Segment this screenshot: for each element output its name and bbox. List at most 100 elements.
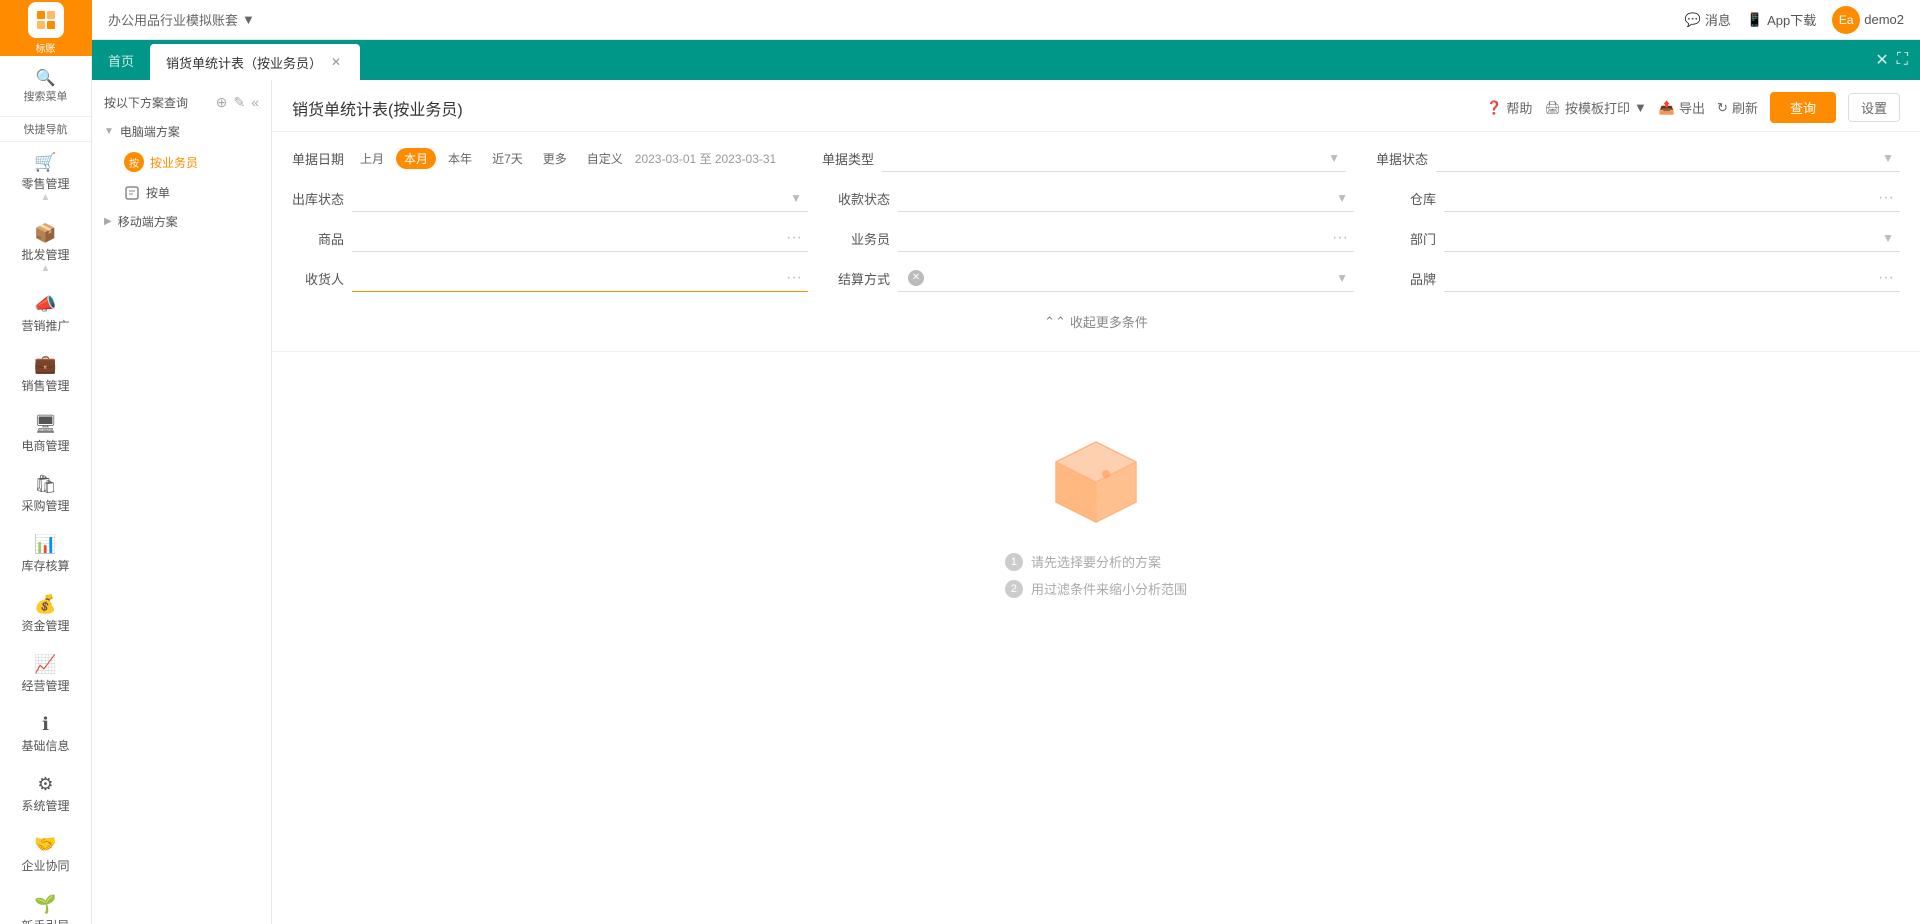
warehouse-input[interactable]: ··· (1444, 184, 1900, 212)
out-status-select[interactable]: ▼ (352, 184, 808, 212)
sidebar-item-retail[interactable]: 🛒 零售管理 ▲ (0, 142, 91, 213)
collapse-panel-btn[interactable]: « (251, 94, 259, 111)
tree-desktop-header[interactable]: ▼ 电脑端方案 (92, 117, 271, 146)
refresh-btn[interactable]: ↻ 刷新 (1717, 98, 1758, 117)
filter-out-status: 出库状态 ▼ (292, 184, 808, 212)
settings-btn[interactable]: 设置 (1848, 93, 1900, 122)
empty-tip-1: 1 请先选择要分析的方案 (1005, 552, 1187, 571)
sidebar-item-newbie[interactable]: 🌱 新手引导 (0, 884, 91, 924)
goods-input[interactable]: ··· (352, 224, 808, 252)
sidebar-item-basic[interactable]: ℹ 基础信息 (0, 704, 91, 764)
date-btn-this-year[interactable]: 本年 (440, 148, 480, 169)
retail-icon: 🛒 (34, 152, 56, 173)
dept-label: 部门 (1384, 229, 1444, 248)
app-download-btn[interactable]: 📱 App下载 (1747, 10, 1816, 29)
warehouse-dots-icon[interactable]: ··· (1878, 189, 1894, 207)
sidebar-item-operation[interactable]: 📈 经营管理 (0, 644, 91, 704)
finance-icon: 💰 (34, 594, 56, 615)
quick-nav-label[interactable]: 快捷导航 (0, 117, 91, 142)
sidebar-item-collab[interactable]: 🤝 企业协同 (0, 824, 91, 884)
staff-dots-icon[interactable]: ··· (1332, 229, 1348, 247)
operation-icon: 📈 (34, 654, 56, 675)
filter-date: 单据日期 上月 本月 本年 近7天 更多 自定义 2023-03-01 至 20… (292, 148, 792, 169)
sidebar-item-system[interactable]: ⚙ 系统管理 (0, 764, 91, 824)
refresh-icon: ↻ (1717, 100, 1728, 116)
sidebar-logo[interactable]: 标账 (0, 0, 92, 56)
search-menu-btn[interactable]: 🔍 搜索菜单 (0, 64, 91, 108)
type-select[interactable]: ▼ (882, 144, 1346, 172)
brand-input[interactable]: ··· (1444, 264, 1900, 292)
staff-input[interactable]: ··· (898, 224, 1354, 252)
tree-item-by-order[interactable]: 按单 (112, 178, 271, 207)
tree-arrow-down: ▼ (104, 126, 114, 137)
tab-close-btn[interactable]: ✕ (328, 54, 344, 70)
dept-select[interactable]: ▼ (1444, 224, 1900, 252)
edit-scheme-btn[interactable]: ✎ (233, 94, 245, 111)
date-label: 单据日期 (292, 149, 352, 168)
sidebar-item-inventory[interactable]: 📊 库存核算 (0, 524, 91, 584)
sidebar-search-area: 🔍 搜索菜单 (0, 56, 91, 117)
expand-btn[interactable]: ⛶ (1897, 51, 1908, 69)
date-btn-custom[interactable]: 自定义 (579, 148, 631, 169)
tree-mobile-header[interactable]: ▶ 移动端方案 (92, 207, 271, 236)
settlement-clear-btn[interactable]: ✕ (908, 270, 924, 286)
empty-state: 1 请先选择要分析的方案 2 用过滤条件来缩小分析范围 (272, 352, 1920, 678)
tab-sales-stat[interactable]: 销货单统计表（按业务员） ✕ (150, 44, 360, 80)
brand-dots-icon[interactable]: ··· (1878, 269, 1894, 287)
tree-arrow-right: ▶ (104, 216, 112, 227)
tree-item-by-staff[interactable]: 按 按业务员 (112, 146, 271, 178)
user-menu-btn[interactable]: Ea demo2 (1832, 6, 1904, 34)
date-btn-this-month[interactable]: 本月 (396, 148, 436, 169)
close-tab-btn[interactable]: ✕ (1875, 50, 1888, 70)
date-btn-last-month[interactable]: 上月 (352, 148, 392, 169)
sales-stat-tab-label: 销货单统计表（按业务员） (166, 53, 322, 72)
message-btn[interactable]: 💬 消息 (1685, 10, 1731, 29)
receive-select[interactable]: ▼ (898, 184, 1354, 212)
sidebar-item-ecommerce[interactable]: 🖥 电商管理 (0, 404, 91, 464)
sidebar-logo-text: 标账 (36, 40, 56, 55)
settlement-select[interactable]: ✕ ▼ (898, 264, 1354, 292)
sales-icon: 💼 (34, 354, 56, 375)
tree-desktop-children: 按 按业务员 按单 (92, 146, 271, 207)
add-scheme-btn[interactable]: ⊕ (216, 94, 228, 111)
goods-dots-icon[interactable]: ··· (786, 229, 802, 247)
page-actions: ❓ 帮助 🖨 按模板打印 ▼ 📤 导出 ↻ 刷新 (1486, 92, 1900, 123)
sidebar-item-wholesale[interactable]: 📦 批发管理 ▲ (0, 213, 91, 284)
staff-label: 业务员 (838, 229, 898, 248)
sidebar-menu: 🛒 零售管理 ▲ 📦 批发管理 ▲ 📣 营销推广 💼 销售管理 🖥 电商管理 🛍… (0, 142, 91, 924)
export-btn[interactable]: 📤 导出 (1659, 98, 1705, 117)
export-icon: 📤 (1659, 100, 1675, 116)
tip-1-num: 1 (1005, 553, 1023, 571)
filter-receiver: 收货人 ··· (292, 264, 808, 292)
wholesale-icon: 📦 (34, 223, 56, 244)
collapse-conditions-btn[interactable]: ⌃⌃ 收起更多条件 (1044, 312, 1148, 331)
sidebar-item-finance[interactable]: 💰 资金管理 (0, 584, 91, 644)
tree-mobile-label: 移动端方案 (118, 213, 178, 230)
order-scheme-label: 按单 (146, 184, 170, 201)
order-scheme-icon (124, 185, 140, 201)
tip-1-text: 请先选择要分析的方案 (1031, 552, 1161, 571)
help-icon: ❓ (1486, 100, 1502, 116)
sidebar-item-marketing[interactable]: 📣 营销推广 (0, 284, 91, 344)
tree-desktop: ▼ 电脑端方案 按 按业务员 按单 (92, 117, 271, 207)
industry-selector[interactable]: 办公用品行业模拟账套 ▼ (108, 10, 255, 29)
filter-row-1: 单据日期 上月 本月 本年 近7天 更多 自定义 2023-03-01 至 20… (292, 144, 1900, 172)
marketing-icon: 📣 (34, 294, 56, 315)
receiver-dots-icon[interactable]: ··· (786, 269, 802, 287)
message-icon: 💬 (1685, 12, 1701, 28)
sidebar-item-sales[interactable]: 💼 销售管理 (0, 344, 91, 404)
receiver-input[interactable]: ··· (352, 264, 808, 292)
collab-icon: 🤝 (34, 834, 56, 855)
sidebar-item-purchase[interactable]: 🛍 采购管理 (0, 464, 91, 524)
query-btn[interactable]: 查询 (1770, 92, 1836, 123)
settlement-chevron-icon: ▼ (1336, 271, 1348, 285)
tab-home[interactable]: 首页 (92, 40, 150, 80)
date-btn-more[interactable]: 更多 (535, 148, 575, 169)
help-btn[interactable]: ❓ 帮助 (1486, 98, 1532, 117)
date-btn-7days[interactable]: 近7天 (484, 148, 531, 169)
ecommerce-icon: 🖥 (34, 414, 57, 435)
print-dropdown-icon: ▼ (1634, 100, 1647, 115)
status-chevron-icon: ▼ (1882, 151, 1894, 165)
template-print-btn[interactable]: 🖨 按模板打印 ▼ (1544, 98, 1646, 117)
status-select[interactable]: ▼ (1436, 144, 1900, 172)
